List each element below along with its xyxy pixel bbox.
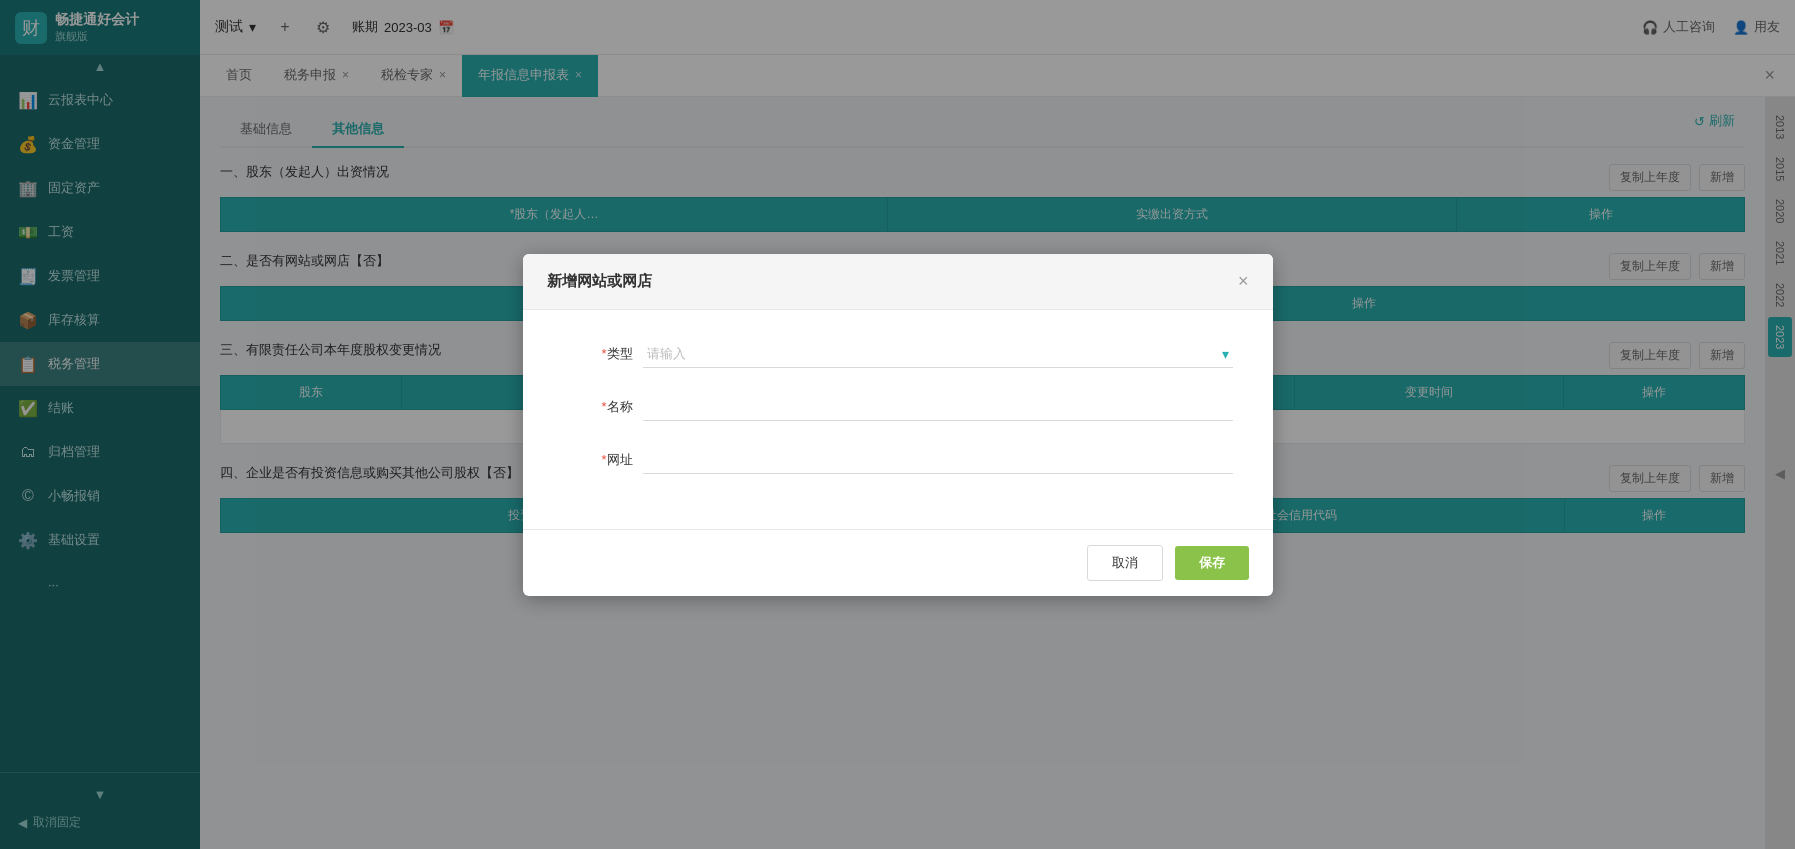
form-row-name: *名称 [563,393,1233,421]
url-required-marker: * [601,452,606,467]
name-input-wrapper [643,393,1233,421]
type-required-marker: * [601,346,606,361]
url-input[interactable] [643,446,1233,474]
type-input-wrapper: ▾ [643,340,1233,368]
url-label: *网址 [563,451,643,469]
name-label: *名称 [563,398,643,416]
name-input[interactable] [643,393,1233,421]
modal-title: 新增网站或网店 [547,272,652,291]
form-row-type: *类型 ▾ [563,340,1233,368]
modal-close-button[interactable]: × [1238,272,1249,290]
url-input-wrapper [643,446,1233,474]
cancel-button[interactable]: 取消 [1087,545,1163,581]
modal-body: *类型 ▾ *名称 *网址 [523,310,1273,529]
form-row-url: *网址 [563,446,1233,474]
add-website-modal: 新增网站或网店 × *类型 ▾ *名称 [523,254,1273,596]
name-required-marker: * [601,399,606,414]
modal-overlay: 新增网站或网店 × *类型 ▾ *名称 [0,0,1795,849]
modal-footer: 取消 保存 [523,529,1273,596]
modal-header: 新增网站或网店 × [523,254,1273,310]
type-input[interactable] [643,340,1233,368]
type-label: *类型 [563,345,643,363]
save-button[interactable]: 保存 [1175,546,1249,580]
